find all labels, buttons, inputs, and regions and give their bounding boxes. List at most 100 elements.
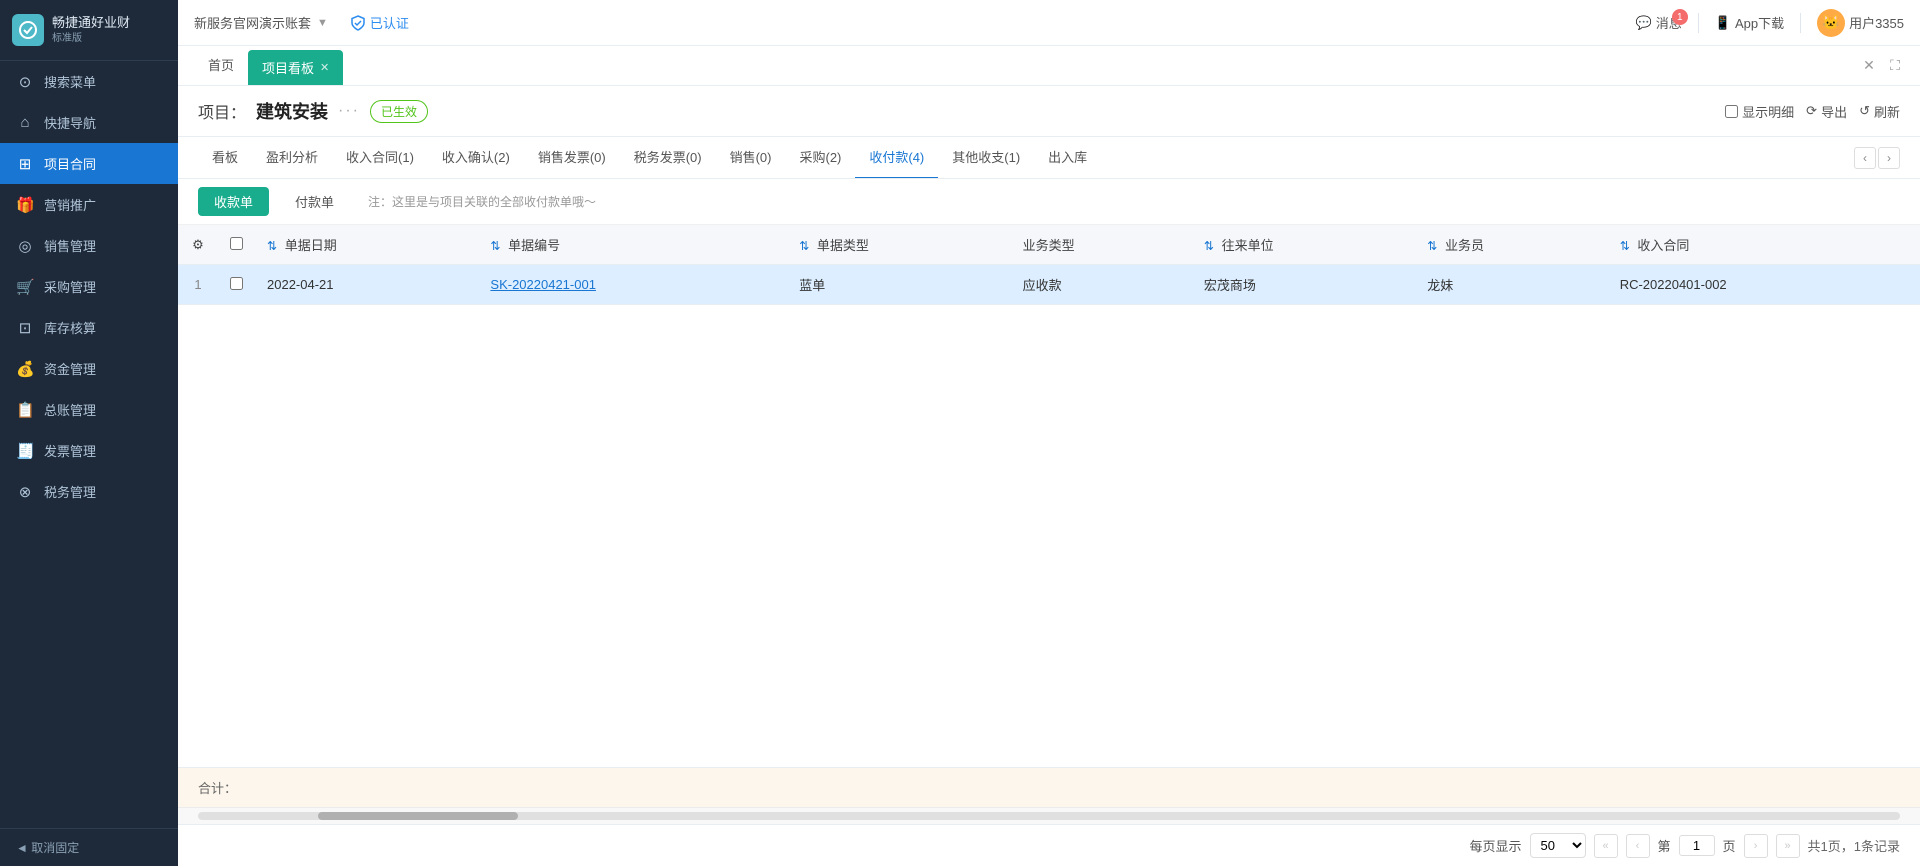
document-number-link[interactable]: SK-20220421-001 xyxy=(490,277,596,292)
sidebar-item-purchase[interactable]: 🛒 采购管理 xyxy=(0,266,178,307)
row-number: 1 xyxy=(178,265,218,305)
user-menu-button[interactable]: 🐱 用户3355 xyxy=(1817,9,1904,37)
column-checkbox xyxy=(218,225,255,265)
show-detail-checkbox[interactable]: 显示明细 xyxy=(1725,102,1794,121)
page-number-input[interactable] xyxy=(1679,835,1715,856)
subtab-sales-label: 销售(0) xyxy=(730,147,772,166)
scroll-thumb[interactable] xyxy=(318,812,518,820)
row-type: 蓝单 xyxy=(787,265,1010,305)
row-partner: 宏茂商场 xyxy=(1192,265,1415,305)
show-detail-label: 显示明细 xyxy=(1742,102,1794,121)
divider xyxy=(1698,13,1699,33)
sidebar-item-label: 营销推广 xyxy=(44,195,96,214)
brand-name: 畅捷通好业财 xyxy=(52,15,130,32)
sidebar-item-sales[interactable]: ◎ 销售管理 xyxy=(0,225,178,266)
sidebar-item-label: 快捷导航 xyxy=(44,113,96,132)
subtab-profit[interactable]: 盈利分析 xyxy=(252,137,332,179)
row-select-checkbox[interactable] xyxy=(230,277,243,290)
receipt-bill-label: 收款单 xyxy=(214,195,253,210)
maximize-window-button[interactable]: ⛶ xyxy=(1886,57,1904,75)
sidebar-item-tax[interactable]: ⊗ 税务管理 xyxy=(0,471,178,512)
sort-icon: ⇅ xyxy=(799,239,809,253)
payment-bill-tab[interactable]: 付款单 xyxy=(279,187,350,216)
row-biz-type: 应收款 xyxy=(1011,265,1192,305)
show-detail-input[interactable] xyxy=(1725,105,1738,118)
subtab-receipt-label: 收付款(4) xyxy=(869,147,924,166)
subtab-other-income[interactable]: 其他收支(1) xyxy=(938,137,1034,179)
sidebar-item-quicknav[interactable]: ⌂ 快捷导航 xyxy=(0,102,178,143)
app-download-button[interactable]: 📱 App下载 xyxy=(1715,13,1784,32)
account-selector[interactable]: 新服务官网演示账套 ▼ xyxy=(194,13,328,32)
export-icon: ⟳ xyxy=(1806,103,1817,119)
pagination: 每页显示 50 100 200 « ‹ 第 页 › » 共1页，1条记录 xyxy=(178,824,1920,866)
sidebar-item-funds[interactable]: 💰 资金管理 xyxy=(0,348,178,389)
receipt-bill-tab[interactable]: 收款单 xyxy=(198,187,269,216)
tab-home[interactable]: 首页 xyxy=(194,46,248,85)
page-size-select[interactable]: 50 100 200 xyxy=(1530,833,1586,858)
subtab-receipt[interactable]: 收付款(4) xyxy=(855,137,938,179)
row-number-link[interactable]: SK-20220421-001 xyxy=(478,265,787,305)
sidebar-item-search[interactable]: ⊙ 搜索菜单 xyxy=(0,61,178,102)
project-icon: ⊞ xyxy=(16,155,34,173)
certified-label: 已认证 xyxy=(370,13,409,32)
subtab-prev-button[interactable]: ‹ xyxy=(1854,147,1876,169)
subtab-purchase[interactable]: 采购(2) xyxy=(785,137,855,179)
subtab-sales-invoice[interactable]: 销售发票(0) xyxy=(524,137,620,179)
subtab-income-contract-label: 收入合同(1) xyxy=(346,147,414,166)
close-window-button[interactable]: ✕ xyxy=(1860,57,1878,75)
row-checkbox[interactable] xyxy=(218,265,255,305)
column-salesperson[interactable]: ⇅ 业务员 xyxy=(1415,225,1607,265)
horizontal-scrollbar[interactable] xyxy=(178,807,1920,824)
sort-icon: ⇅ xyxy=(267,239,277,253)
subtab-income-confirm[interactable]: 收入确认(2) xyxy=(428,137,524,179)
sort-icon: ⇅ xyxy=(1620,239,1630,253)
column-settings[interactable]: ⚙ xyxy=(178,225,218,265)
search-icon: ⊙ xyxy=(16,73,34,91)
column-partner[interactable]: ⇅ 往来单位 xyxy=(1192,225,1415,265)
sidebar-item-marketing[interactable]: 🎁 营销推广 xyxy=(0,184,178,225)
sidebar-menu: ⊙ 搜索菜单 ⌂ 快捷导航 ⊞ 项目合同 🎁 营销推广 ◎ 销售管理 🛒 采购管… xyxy=(0,61,178,828)
sidebar-item-project[interactable]: ⊞ 项目合同 xyxy=(0,143,178,184)
column-type-label: 单据类型 xyxy=(817,238,869,253)
table-header-row: ⚙ ⇅ 单据日期 ⇅ 单据编号 xyxy=(178,225,1920,265)
project-header: 项目： 建筑安装 ··· 已生效 显示明细 ⟳ 导出 ↺ 刷新 xyxy=(178,86,1920,137)
table-footer: 合计： xyxy=(178,767,1920,807)
subtab-kanban[interactable]: 看板 xyxy=(198,137,252,179)
main-area: 新服务官网演示账套 ▼ 已认证 💬 消息 1 📱 App下载 xyxy=(178,0,1920,866)
phone-icon: 📱 xyxy=(1715,15,1731,31)
column-income-contract[interactable]: ⇅ 收入合同 xyxy=(1608,225,1920,265)
tab-project-board-label: 项目看板 xyxy=(262,58,314,77)
column-type[interactable]: ⇅ 单据类型 xyxy=(787,225,1010,265)
select-all-checkbox[interactable] xyxy=(230,237,243,250)
total-label: 合计： xyxy=(198,781,237,796)
data-table: ⚙ ⇅ 单据日期 ⇅ 单据编号 xyxy=(178,225,1920,305)
subtab-inventory[interactable]: 出入库 xyxy=(1034,137,1101,179)
sidebar-header: 畅捷通好业财 标准版 xyxy=(0,0,178,61)
sidebar-unpin-button[interactable]: ◄ 取消固定 xyxy=(0,828,178,866)
more-options-button[interactable]: ··· xyxy=(338,102,360,120)
sidebar: 畅捷通好业财 标准版 ⊙ 搜索菜单 ⌂ 快捷导航 ⊞ 项目合同 🎁 营销推广 ◎… xyxy=(0,0,178,866)
message-button[interactable]: 💬 消息 1 xyxy=(1636,13,1682,32)
sidebar-item-inventory[interactable]: ⊡ 库存核算 xyxy=(0,307,178,348)
sidebar-item-label: 税务管理 xyxy=(44,482,96,501)
sort-icon: ⇅ xyxy=(1427,239,1437,253)
refresh-button[interactable]: ↺ 刷新 xyxy=(1859,102,1900,121)
last-page-button[interactable]: » xyxy=(1776,834,1800,858)
subtab-sales[interactable]: 销售(0) xyxy=(716,137,786,179)
export-button[interactable]: ⟳ 导出 xyxy=(1806,102,1847,121)
sidebar-item-label: 销售管理 xyxy=(44,236,96,255)
next-page-button[interactable]: › xyxy=(1744,834,1768,858)
sidebar-item-ledger[interactable]: 📋 总账管理 xyxy=(0,389,178,430)
column-number[interactable]: ⇅ 单据编号 xyxy=(478,225,787,265)
tab-project-board[interactable]: 项目看板 ✕ xyxy=(248,50,343,85)
subtab-income-contract[interactable]: 收入合同(1) xyxy=(332,137,428,179)
close-tab-icon[interactable]: ✕ xyxy=(320,61,329,74)
row-date: 2022-04-21 xyxy=(255,265,478,305)
sidebar-item-invoice[interactable]: 🧾 发票管理 xyxy=(0,430,178,471)
subtab-tax-invoice[interactable]: 税务发票(0) xyxy=(620,137,716,179)
first-page-button[interactable]: « xyxy=(1594,834,1618,858)
subtab-next-button[interactable]: › xyxy=(1878,147,1900,169)
subtab-sales-invoice-label: 销售发票(0) xyxy=(538,147,606,166)
prev-page-button[interactable]: ‹ xyxy=(1626,834,1650,858)
column-date[interactable]: ⇅ 单据日期 xyxy=(255,225,478,265)
